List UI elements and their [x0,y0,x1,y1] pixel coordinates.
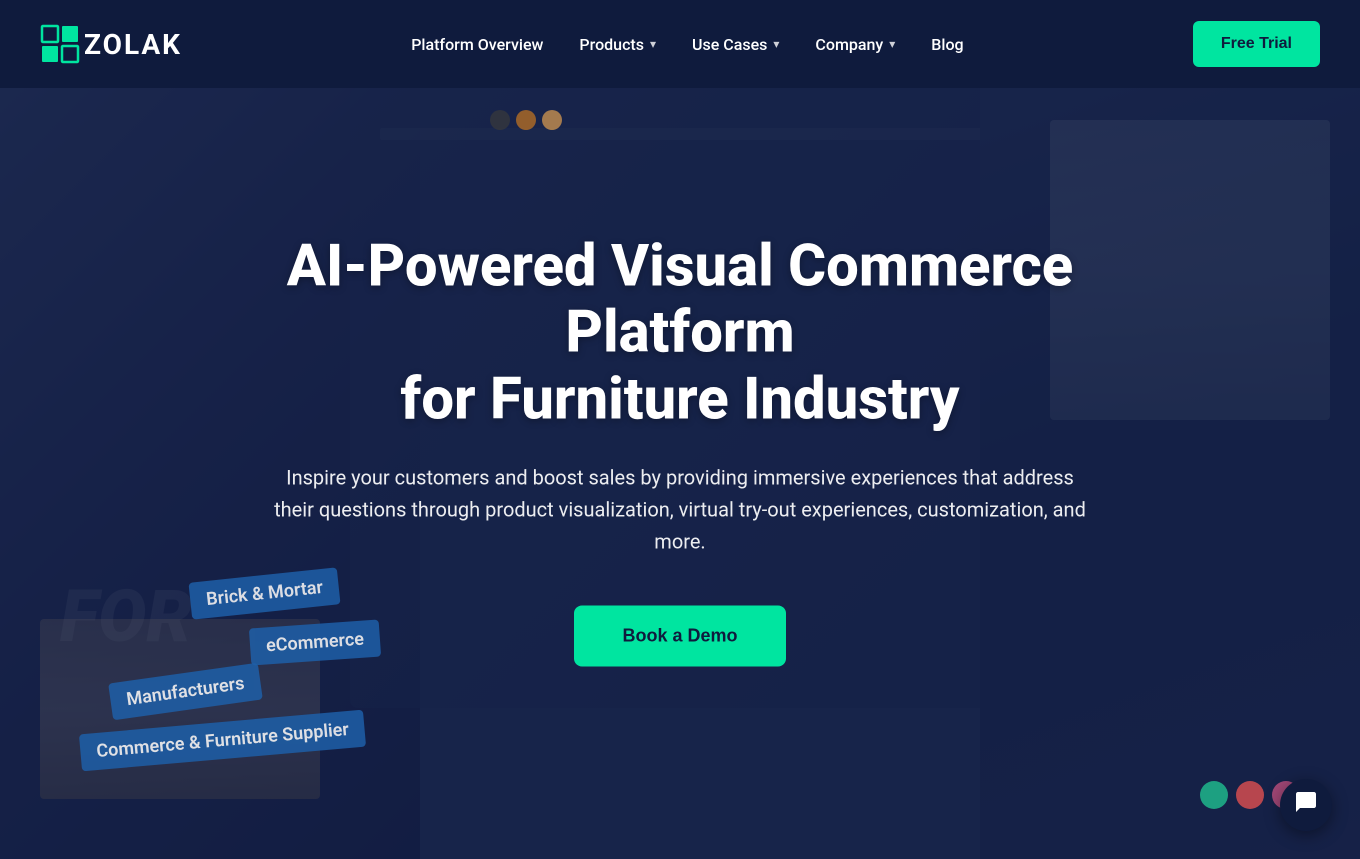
nav-item-usecases[interactable]: Use Cases ▾ [692,35,779,54]
chevron-down-icon: ▾ [650,37,656,51]
nav-link-usecases[interactable]: Use Cases ▾ [692,35,779,54]
dot-teal [1200,781,1228,809]
navbar: ZOLAK Platform Overview Products ▾ Use C… [0,0,1360,88]
nav-link-platform[interactable]: Platform Overview [411,35,543,54]
nav-link-company[interactable]: Company ▾ [815,35,895,54]
hero-subtitle: Inspire your customers and boost sales b… [270,461,1090,557]
logo-text: ZOLAK [84,28,182,61]
tag-ecommerce: eCommerce [249,620,381,666]
tag-brick-mortar: Brick & Mortar [188,567,340,619]
hero-section: ZOLAK Platform Overview Products ▾ Use C… [0,0,1360,859]
chat-icon [1294,790,1318,820]
nav-item-platform[interactable]: Platform Overview [411,35,543,54]
swatch-orange [516,110,536,130]
free-trial-button[interactable]: Free Trial [1193,21,1320,67]
hero-title: AI-Powered Visual Commerce Platform for … [230,233,1130,433]
logo-icon [40,24,80,64]
nav-link-products[interactable]: Products ▾ [579,35,656,54]
nav-item-blog[interactable]: Blog [931,35,963,54]
dot-red [1236,781,1264,809]
chevron-down-icon-3: ▾ [889,37,895,51]
tag-manufacturers: Manufacturers [108,663,262,721]
nav-item-products[interactable]: Products ▾ [579,35,656,54]
book-demo-button[interactable]: Book a Demo [574,605,785,666]
nav-links: Platform Overview Products ▾ Use Cases ▾… [411,35,963,54]
logo[interactable]: ZOLAK [40,24,182,64]
nav-item-company[interactable]: Company ▾ [815,35,895,54]
chevron-down-icon-2: ▾ [773,37,779,51]
swatch-dark [490,110,510,130]
nav-link-blog[interactable]: Blog [931,35,963,54]
tag-labels: Brick & Mortar eCommerce Manufacturers C… [50,575,380,759]
swatch-light-orange [542,110,562,130]
color-swatches [490,110,562,130]
chat-bubble-button[interactable] [1280,779,1332,831]
